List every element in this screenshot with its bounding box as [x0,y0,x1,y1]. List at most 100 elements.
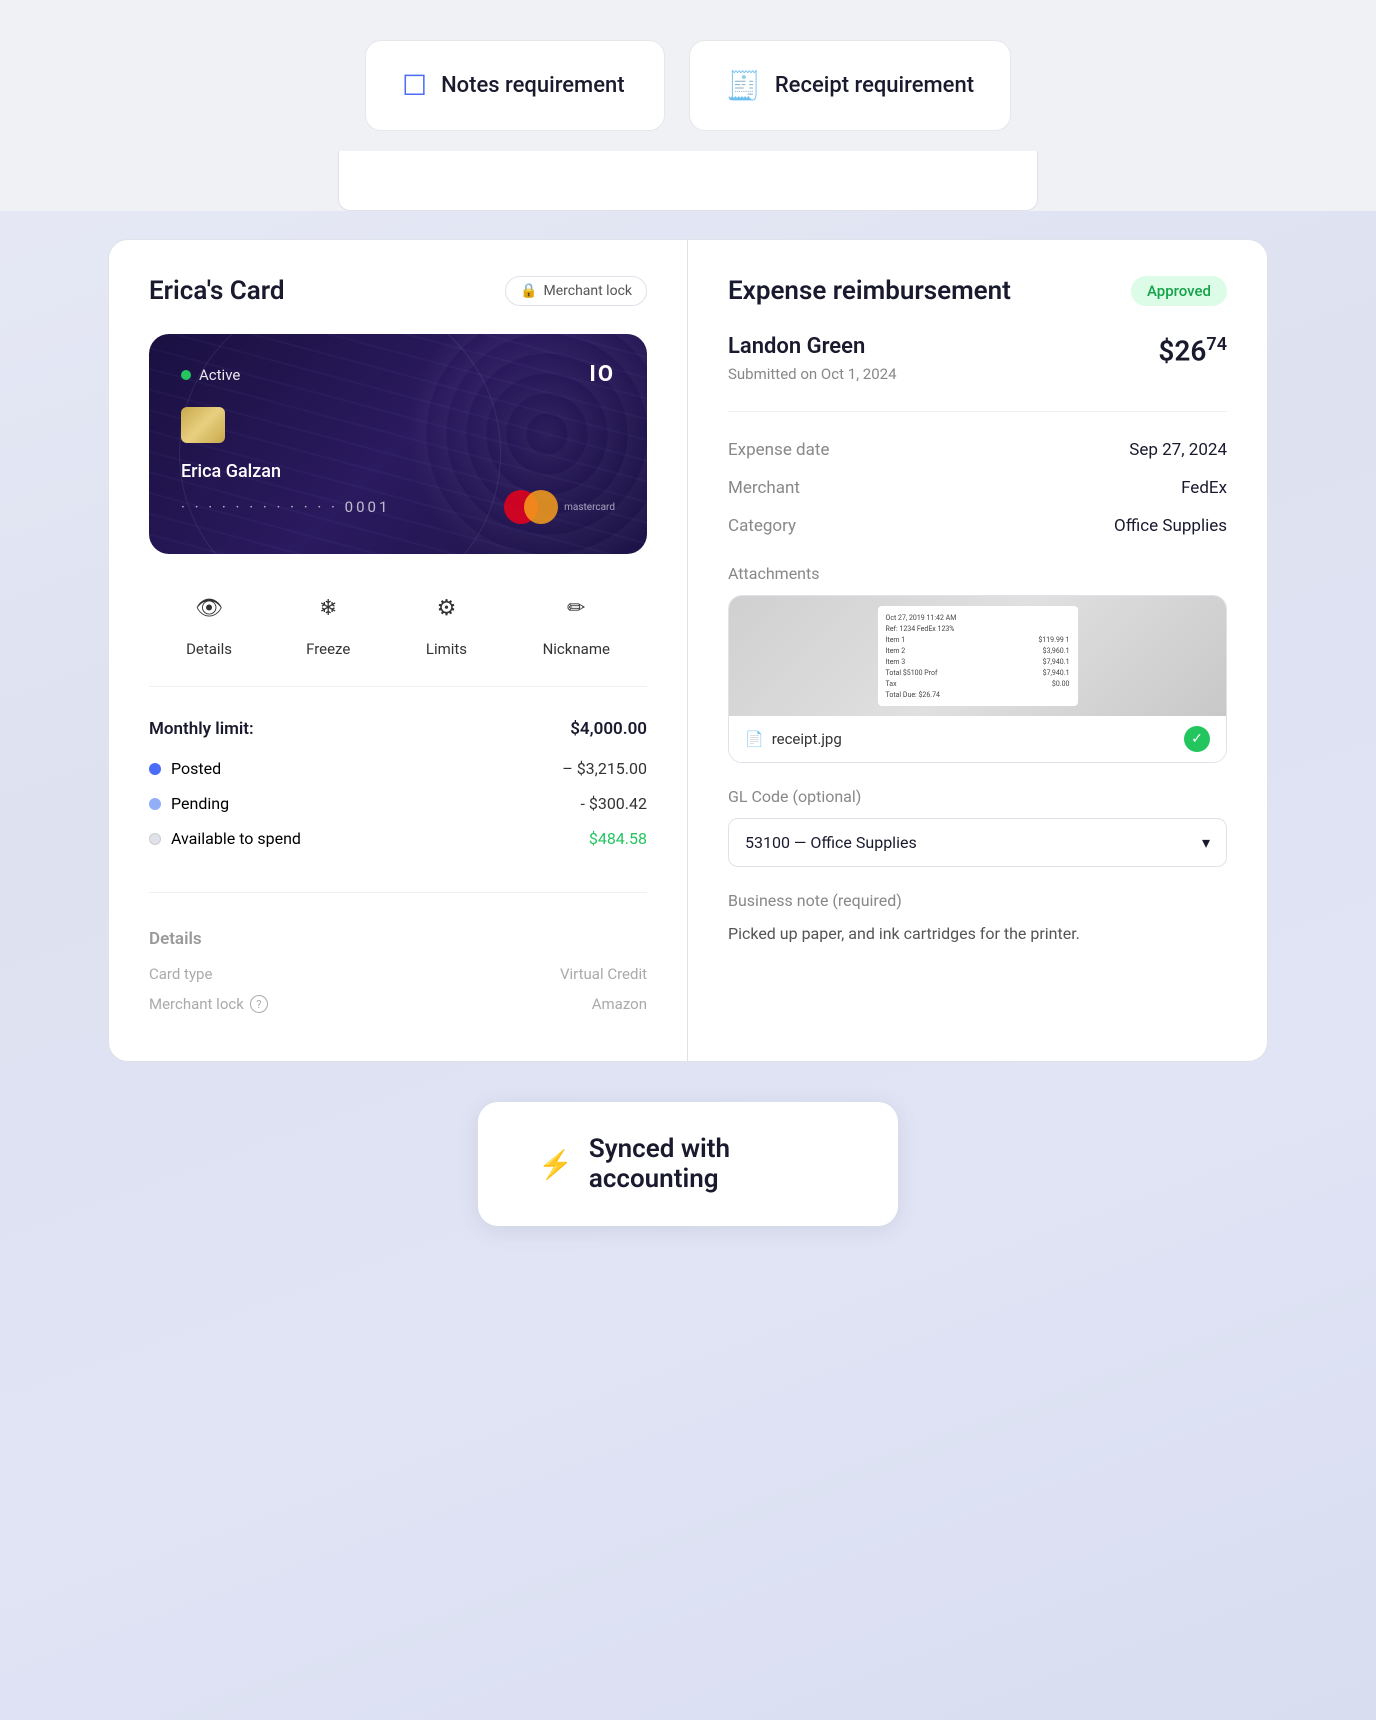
freeze-icon: ❄ [306,586,350,630]
card-details-section: Details Card type Virtual Credit Merchan… [149,921,647,1013]
expense-header: Expense reimbursement Approved [728,276,1227,306]
limits-action[interactable]: ⚙ Limits [424,586,468,658]
available-dot [149,833,161,845]
receipt-image-content: Oct 27, 2019 11:42 AM Ref: 1234 FedEx 12… [878,606,1078,706]
synced-banner: ⚡ Synced with accounting [478,1102,898,1226]
chip-icon [181,407,225,443]
amount-dollars: $26 [1158,334,1206,367]
category-value: Office Supplies [1114,516,1227,536]
business-note-text: Picked up paper, and ink cartridges for … [728,922,1227,946]
expense-panel: Expense reimbursement Approved Landon Gr… [688,239,1268,1062]
business-note-label: Business note (required) [728,891,1227,910]
attachment-name: 📄 receipt.jpg [745,730,842,748]
notes-requirement-card[interactable]: ☐ Notes requirement [365,40,665,131]
attachment-check-icon: ✓ [1184,726,1210,752]
approved-badge: Approved [1131,276,1227,306]
card-brand: IO [589,362,615,387]
merchant-lock-row: Merchant lock ? Amazon [149,995,647,1013]
posted-stat-row: Posted – $3,215.00 [149,759,647,778]
merchant-label: Merchant [728,478,800,498]
card-number: · · · · · · · · · · · · 0001 [181,498,390,516]
pending-value: - $300.42 [580,794,647,813]
submitter-info: Landon Green Submitted on Oct 1, 2024 [728,334,897,383]
card-stats: Monthly limit: $4,000.00 Posted – $3,215… [149,719,647,893]
receipt-filename: receipt.jpg [772,730,842,748]
receipt-icon: 🧾 [726,69,761,102]
posted-dot [149,763,161,775]
top-divider [338,151,1038,211]
nickname-label: Nickname [543,640,610,658]
submitted-date: Submitted on Oct 1, 2024 [728,365,897,383]
expense-date-value: Sep 27, 2024 [1129,440,1227,460]
details-action[interactable]: 👁 Details [186,586,232,658]
freeze-action[interactable]: ❄ Freeze [306,586,350,658]
pending-stat-row: Pending - $300.42 [149,794,647,813]
merchant-lock-label: Merchant lock [543,283,632,299]
card-type-value: Virtual Credit [560,965,647,983]
limits-icon: ⚙ [424,586,468,630]
expense-date-row: Expense date Sep 27, 2024 [728,440,1227,460]
posted-label: Posted [171,759,221,778]
freeze-label: Freeze [306,640,350,658]
card-type-label: Card type [149,965,212,983]
submitter-name: Landon Green [728,334,897,359]
gl-code-value: 53100 — Office Supplies [745,833,917,852]
chevron-down-icon: ▾ [1202,833,1210,852]
attachment-preview[interactable]: Oct 27, 2019 11:42 AM Ref: 1234 FedEx 12… [728,595,1227,763]
merchant-row: Merchant FedEx [728,478,1227,498]
card-active-badge: Active [181,366,240,384]
card-panel-header: Erica's Card 🔒 Merchant lock [149,276,647,306]
pending-label: Pending [171,794,229,813]
expense-date-label: Expense date [728,440,829,460]
pending-dot [149,798,161,810]
attachment-footer: 📄 receipt.jpg ✓ [729,716,1226,762]
notes-requirement-label: Notes requirement [441,73,625,98]
expense-title: Expense reimbursement [728,276,1011,306]
available-value: $484.58 [589,829,647,848]
mc-yellow-circle [524,490,558,524]
card-holder-name: Erica Galzan [181,461,615,482]
details-icon: 👁 [187,586,231,630]
lightning-icon: ⚡ [538,1148,573,1181]
active-dot [181,370,191,380]
mc-text: mastercard [564,502,615,513]
active-label: Active [199,366,240,384]
details-heading: Details [149,929,647,949]
card-actions-row: 👁 Details ❄ Freeze ⚙ Limits ✏ Nickname [149,586,647,687]
notes-icon: ☐ [402,69,427,102]
business-note-section: Business note (required) Picked up paper… [728,891,1227,946]
card-panel-title: Erica's Card [149,276,285,306]
receipt-image-area: Oct 27, 2019 11:42 AM Ref: 1234 FedEx 12… [729,596,1226,716]
lock-icon: 🔒 [520,283,537,299]
monthly-limit-label: Monthly limit: [149,719,254,739]
available-stat-row: Available to spend $484.58 [149,829,647,848]
monthly-limit-value: $4,000.00 [570,719,647,739]
gl-code-section: GL Code (optional) 53100 — Office Suppli… [728,787,1227,867]
merchant-value: FedEx [1181,478,1227,498]
receipt-requirement-label: Receipt requirement [775,73,974,98]
card-type-row: Card type Virtual Credit [149,965,647,983]
credit-card-visual: Active IO Erica Galzan · · · · · · · · ·… [149,334,647,554]
expense-amount: $2674 [1158,334,1227,367]
nickname-icon: ✏ [554,586,598,630]
gl-code-select[interactable]: 53100 — Office Supplies ▾ [728,818,1227,867]
receipt-requirement-card[interactable]: 🧾 Receipt requirement [689,40,1011,131]
merchant-lock-badge[interactable]: 🔒 Merchant lock [505,276,647,306]
amount-cents: 74 [1206,334,1227,355]
ericacard-panel: Erica's Card 🔒 Merchant lock Active IO E… [108,239,688,1062]
attachments-label: Attachments [728,564,1227,583]
limits-label: Limits [426,640,467,658]
gl-code-label: GL Code (optional) [728,787,1227,806]
category-row: Category Office Supplies [728,516,1227,536]
merchant-lock-info-icon[interactable]: ? [250,995,268,1013]
submitter-row: Landon Green Submitted on Oct 1, 2024 $2… [728,334,1227,412]
synced-text: Synced with accounting [589,1134,838,1194]
attachments-section: Attachments Oct 27, 2019 11:42 AM Ref: 1… [728,564,1227,763]
expense-details: Expense date Sep 27, 2024 Merchant FedEx… [728,440,1227,536]
category-label: Category [728,516,796,536]
merchant-lock-detail-value: Amazon [592,995,647,1013]
file-icon: 📄 [745,730,764,748]
nickname-action[interactable]: ✏ Nickname [543,586,610,658]
merchant-lock-detail-label: Merchant lock [149,995,244,1013]
details-label: Details [186,640,232,658]
